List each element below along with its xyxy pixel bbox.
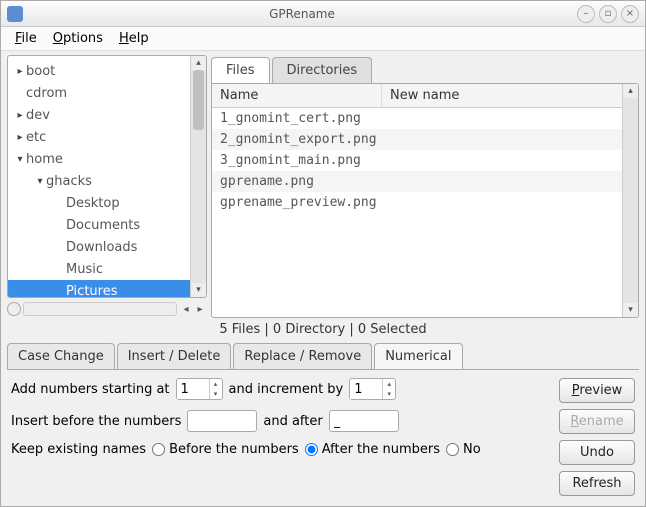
tree-item-label: Music [66,262,103,277]
tab-case-change[interactable]: Case Change [7,343,115,369]
tree-item-label: boot [26,64,55,79]
insert-before-input[interactable] [187,410,257,432]
expander-icon[interactable]: ▸ [14,132,26,143]
tree-item-cdrom[interactable]: cdrom [8,82,190,104]
scrollbar-thumb[interactable] [193,70,204,130]
expander-icon[interactable]: ▸ [14,110,26,121]
tab-insert-delete[interactable]: Insert / Delete [117,343,232,369]
tree-item-label: dev [26,108,50,123]
label-keep-existing: Keep existing names [11,442,146,457]
menu-options[interactable]: Options [45,29,111,48]
tree-item-label: ghacks [46,174,92,189]
tree-item-label: etc [26,130,46,145]
label-and-after: and after [263,414,322,429]
tree-item-label: Downloads [66,240,137,255]
preview-button[interactable]: Preview [559,378,635,403]
rename-button[interactable]: Rename [559,409,635,434]
view-tabs: Files Directories [211,55,639,83]
scroll-right-icon[interactable]: ▸ [193,304,207,315]
radio-no[interactable]: No [446,442,481,457]
tree-item-etc[interactable]: ▸ etc [8,126,190,148]
chevron-down-icon[interactable]: ▾ [210,389,222,399]
tree-item-label: home [26,152,63,167]
start-number-input[interactable] [177,380,209,399]
close-button[interactable]: × [621,5,639,23]
file-row[interactable]: 2_gnomint_export.png [212,129,622,150]
tree-item-desktop[interactable]: Desktop [8,192,190,214]
scroll-up-icon[interactable]: ▴ [196,56,201,70]
tree-horizontal-scrollbar[interactable]: ◂ ▸ [7,300,207,318]
tree-item-downloads[interactable]: Downloads [8,236,190,258]
tree-item-ghacks[interactable]: ▾ ghacks [8,170,190,192]
label-increment: and increment by [229,382,344,397]
scroll-home-icon[interactable] [7,302,21,316]
expander-icon[interactable]: ▾ [14,154,26,165]
increment-input[interactable] [350,380,382,399]
file-row[interactable]: gprename_preview.png [212,192,622,213]
tree-item-dev[interactable]: ▸ dev [8,104,190,126]
tree-item-music[interactable]: Music [8,258,190,280]
menubar: File Options Help [1,27,645,51]
insert-after-input[interactable] [329,410,399,432]
scroll-down-icon[interactable]: ▾ [628,303,633,317]
maximize-button[interactable]: ▫ [599,5,617,23]
scroll-down-icon[interactable]: ▾ [196,283,201,297]
window-title: GPRename [31,7,573,21]
titlebar: GPRename – ▫ × [1,1,645,27]
operation-tabs: Case Change Insert / Delete Replace / Re… [1,343,645,369]
column-name[interactable]: Name [212,84,382,107]
tab-files[interactable]: Files [211,57,270,83]
tree-vertical-scrollbar[interactable]: ▴ ▾ [190,56,206,297]
tab-numerical[interactable]: Numerical [374,343,462,369]
undo-button[interactable]: Undo [559,440,635,465]
file-table[interactable]: Name New name 1_gnomint_cert.png2_gnomin… [212,84,622,317]
files-vertical-scrollbar[interactable]: ▴ ▾ [622,84,638,317]
app-icon [7,6,23,22]
tree-item-label: Pictures [66,284,117,298]
minimize-button[interactable]: – [577,5,595,23]
file-row[interactable]: 1_gnomint_cert.png [212,108,622,129]
tree-item-boot[interactable]: ▸ boot [8,60,190,82]
expander-icon[interactable]: ▾ [34,176,46,187]
scroll-left-icon[interactable]: ◂ [179,304,193,315]
chevron-up-icon[interactable]: ▴ [383,379,395,389]
file-row[interactable]: 3_gnomint_main.png [212,150,622,171]
menu-file[interactable]: File [7,29,45,48]
folder-tree[interactable]: ▸ boot cdrom▸ dev▸ etc▾ home▾ ghacks Des… [8,56,190,297]
tree-item-label: Documents [66,218,140,233]
increment-spinner[interactable]: ▴▾ [349,378,396,400]
expander-icon[interactable]: ▸ [14,66,26,77]
label-add-start: Add numbers starting at [11,382,170,397]
label-insert-before: Insert before the numbers [11,414,181,429]
sidebar: ▸ boot cdrom▸ dev▸ etc▾ home▾ ghacks Des… [7,55,207,318]
radio-before-numbers[interactable]: Before the numbers [152,442,299,457]
chevron-up-icon[interactable]: ▴ [210,379,222,389]
menu-help[interactable]: Help [111,29,157,48]
tree-item-label: Desktop [66,196,120,211]
tab-replace-remove[interactable]: Replace / Remove [233,343,372,369]
tree-item-pictures[interactable]: Pictures [8,280,190,297]
refresh-button[interactable]: Refresh [559,471,635,496]
numerical-panel: Add numbers starting at ▴▾ and increment… [7,369,639,500]
tree-item-home[interactable]: ▾ home [8,148,190,170]
radio-after-numbers[interactable]: After the numbers [305,442,440,457]
tree-item-documents[interactable]: Documents [8,214,190,236]
column-newname[interactable]: New name [382,84,622,107]
status-bar: 5 Files | 0 Directory | 0 Selected [1,318,645,343]
scroll-up-icon[interactable]: ▴ [628,84,633,98]
tab-directories[interactable]: Directories [272,57,373,83]
tree-item-label: cdrom [26,86,67,101]
chevron-down-icon[interactable]: ▾ [383,389,395,399]
file-row[interactable]: gprename.png [212,171,622,192]
start-number-spinner[interactable]: ▴▾ [176,378,223,400]
